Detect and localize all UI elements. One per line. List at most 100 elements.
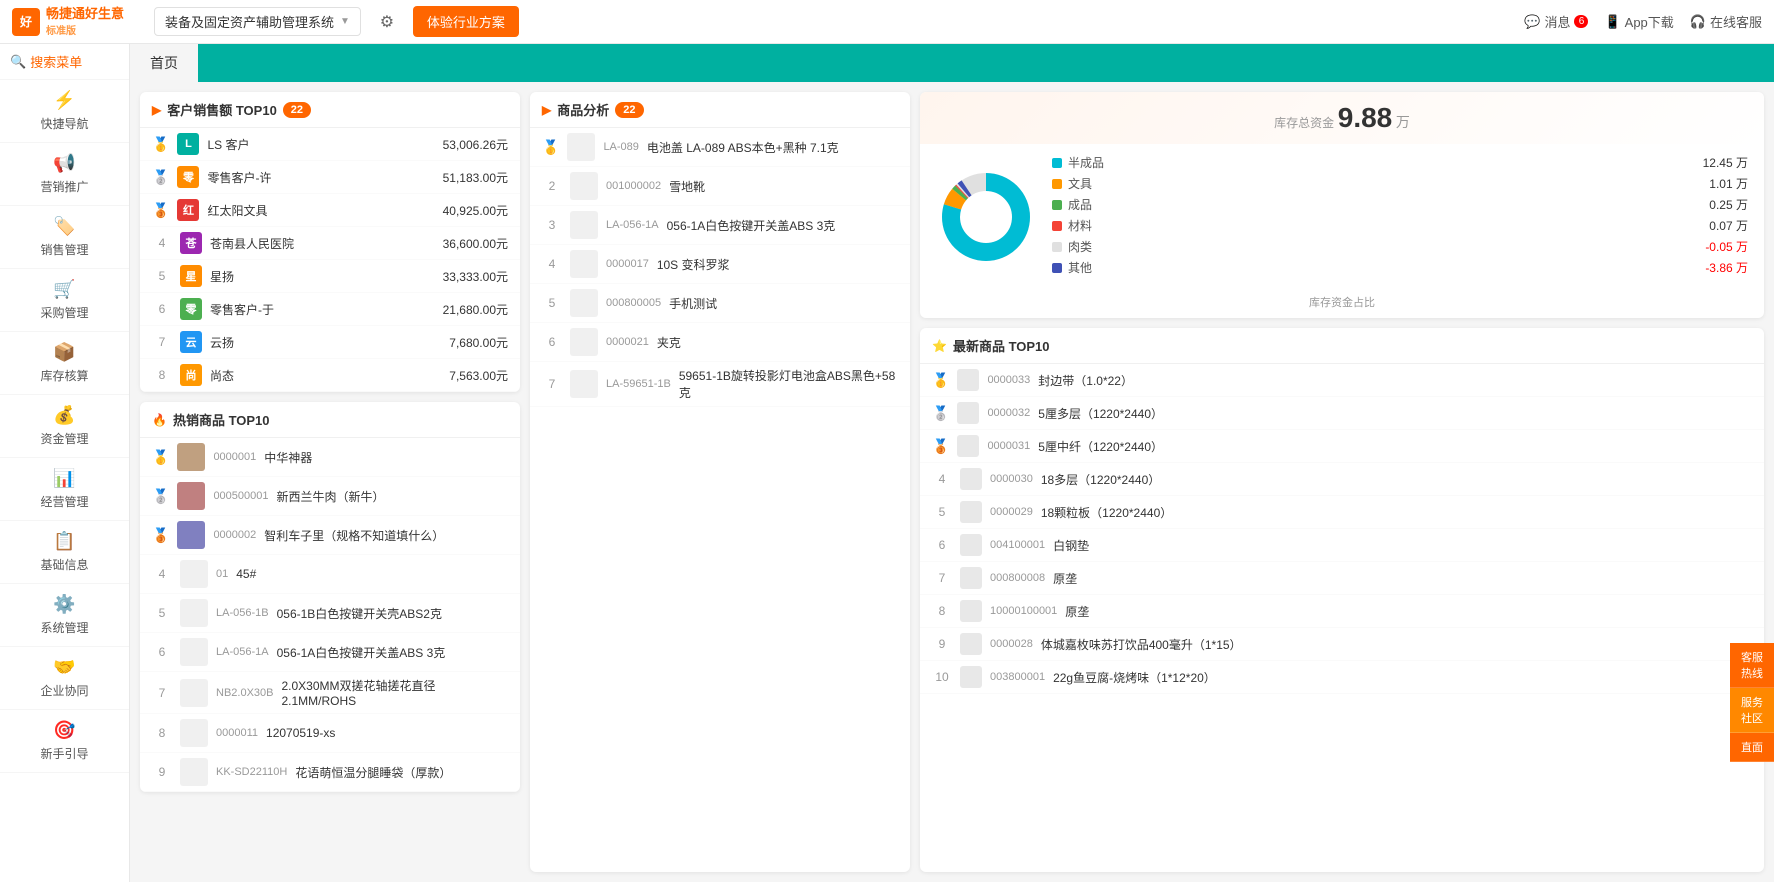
enterprise-label: 企业协同 [40,682,88,699]
new-product-row: 5 0000029 18颗粒板（1220*2440） [920,496,1764,529]
inventory-icon: 📦 [53,342,75,363]
online-service-button[interactable]: 🎧 在线客服 [1690,12,1762,31]
finance-icon: 💰 [53,405,75,426]
chevron-down-icon: ▼ [340,16,350,27]
new-product-image [960,633,982,655]
online-service-label: 在线客服 [1710,12,1762,31]
newbie-icon: 🎯 [53,720,75,741]
tab-home[interactable]: 首页 [130,44,198,82]
avatar: 红 [177,199,199,221]
app-download-label: App下载 [1625,12,1674,31]
brand-logo: 好 畅捷通好生意 标准版 [12,6,142,37]
newbie-label: 新手引导 [40,745,88,762]
avatar: 云 [180,331,202,353]
message-icon: 💬 [1524,14,1540,30]
new-product-image [960,666,982,688]
product-row: 8 0000011 12070519-xs [140,714,520,753]
new-product-row: 9 0000028 体城嘉枚味苏打饮品400毫升（1*15） [920,628,1764,661]
sidebar-item-purchase[interactable]: 🛒 采购管理 [0,269,129,332]
new-product-row: 4 0000030 18多层（1220*2440） [920,463,1764,496]
top-header: 好 畅捷通好生意 标准版 装备及固定资产辅助管理系统 ▼ ⚙ 体验行业方案 💬 … [0,0,1774,44]
notification-button[interactable]: 💬 消息 6 [1524,12,1588,31]
sidebar-item-operations[interactable]: 📊 经营管理 [0,458,129,521]
inventory-label: 库存总资金 [1274,116,1334,130]
table-row: 🥈 零 零售客户-许 51,183.00元 [140,161,520,194]
sidebar-item-basics[interactable]: 📋 基础信息 [0,521,129,584]
table-row: 🥇 L LS 客户 53,006.26元 [140,128,520,161]
notification-badge: 6 [1574,15,1588,28]
medal-icon: 🥇 [152,136,169,153]
legend-dot [1052,221,1062,231]
inventory-amount: 9.88 [1338,102,1393,133]
product-row: 9 KK-SD22110H 花语萌恒温分腿睡袋（厚款） [140,753,520,792]
settings-button[interactable]: ⚙ [373,8,401,36]
sidebar-item-inventory[interactable]: 📦 库存核算 [0,332,129,395]
new-product-image [957,435,979,457]
header-right: 💬 消息 6 📱 App下载 🎧 在线客服 [1524,12,1762,31]
search-menu-item[interactable]: 🔍 搜索菜单 [0,44,129,80]
new-product-image [960,534,982,556]
new-product-row: 🥇 0000033 封边带（1.0*22） [920,364,1764,397]
product-image [177,443,205,471]
avatar: L [177,133,199,155]
analysis-row: 6 0000021 夹克 [530,323,910,362]
hot-products-header: 🔥 热销商品 TOP10 [140,402,520,438]
sales-label: 销售管理 [40,241,88,258]
app-download-button[interactable]: 📱 App下载 [1604,12,1673,31]
sidebar-item-enterprise[interactable]: 🤝 企业协同 [0,647,129,710]
product-image [180,679,208,707]
quick-nav-icon: ⚡ [53,90,75,111]
table-row: 7 云 云扬 7,680.00元 [140,326,520,359]
product-image [180,758,208,786]
hotline-button[interactable]: 客服热线 [1730,643,1774,688]
product-image [570,328,598,356]
analysis-row: 4 0000017 10S 变科罗浆 [530,245,910,284]
product-row: 6 LA-056-1A 056-1A白色按键开关盖ABS 3克 [140,633,520,672]
legend-item: 半成品 12.45 万 [1052,154,1748,171]
analysis-row: 3 LA-056-1A 056-1A白色按键开关盖ABS 3克 [530,206,910,245]
product-image [180,599,208,627]
product-image [177,482,205,510]
mobile-icon: 📱 [1604,14,1620,30]
sidebar-item-quick-nav[interactable]: ⚡ 快捷导航 [0,80,129,143]
top-customers-header: ▶ 客户销售额 TOP10 22 [140,92,520,128]
medal-icon: 🥈 [152,169,169,186]
product-analysis-list: 🥇 LA-089 电池盖 LA-089 ABS本色+黑种 7.1克 2 0010… [530,128,910,407]
product-row: 4 01 45# [140,555,520,594]
hot-products-card: 🔥 热销商品 TOP10 🥇 0000001 中华神器 🥈 [140,402,520,792]
legend-item: 肉类 -0.05 万 [1052,238,1748,255]
table-row: 🥉 红 红太阳文具 40,925.00元 [140,194,520,227]
avatar: 零 [180,298,202,320]
avatar: 星 [180,265,202,287]
product-row: 🥇 0000001 中华神器 [140,438,520,477]
system-selector[interactable]: 装备及固定资产辅助管理系统 ▼ [154,7,361,36]
new-product-image [960,600,982,622]
sidebar-item-sales[interactable]: 🏷️ 销售管理 [0,206,129,269]
new-products-list: 🥇 0000033 封边带（1.0*22） 🥈 0000032 5厘多层（122… [920,364,1764,694]
direct-button[interactable]: 直面 [1730,733,1774,762]
brand-name: 畅捷通好生意 [46,6,124,22]
service-community-button[interactable]: 服务社区 [1730,688,1774,733]
product-row: 5 LA-056-1B 056-1B白色按键开关壳ABS2克 [140,594,520,633]
medal-icon: 🥉 [152,202,169,219]
new-product-image [960,501,982,523]
legend-dot [1052,158,1062,168]
middle-column: ▶ 商品分析 22 🥇 LA-089 电池盖 LA-089 ABS本色+黑种 7… [530,92,910,872]
sidebar-item-newbie[interactable]: 🎯 新手引导 [0,710,129,773]
sidebar-item-marketing[interactable]: 📢 营销推广 [0,143,129,206]
new-product-row: 10 003800001 22g鱼豆腐-烧烤味（1*12*20） [920,661,1764,694]
sidebar-item-finance[interactable]: 💰 资金管理 [0,395,129,458]
content-area: 首页 ▶ 客户销售额 TOP10 22 [130,44,1774,882]
analysis-row: 7 LA-59651-1B 59651-1B旋转投影灯电池盒ABS黑色+58克 [530,362,910,407]
notification-label: 消息 [1544,12,1570,31]
analysis-icon: ▶ [542,103,551,117]
legend-item: 文具 1.01 万 [1052,175,1748,192]
product-row: 🥉 0000002 智利车子里（规格不知道填什么） [140,516,520,555]
product-image [567,133,595,161]
trial-button[interactable]: 体验行业方案 [413,6,519,37]
sidebar-item-system[interactable]: ⚙️ 系统管理 [0,584,129,647]
inventory-card: 库存总资金 9.88 万 [920,92,1764,318]
donut-chart [936,167,1036,267]
float-service: 客服热线 服务社区 直面 [1730,643,1774,762]
analysis-row: 5 000800005 手机测试 [530,284,910,323]
